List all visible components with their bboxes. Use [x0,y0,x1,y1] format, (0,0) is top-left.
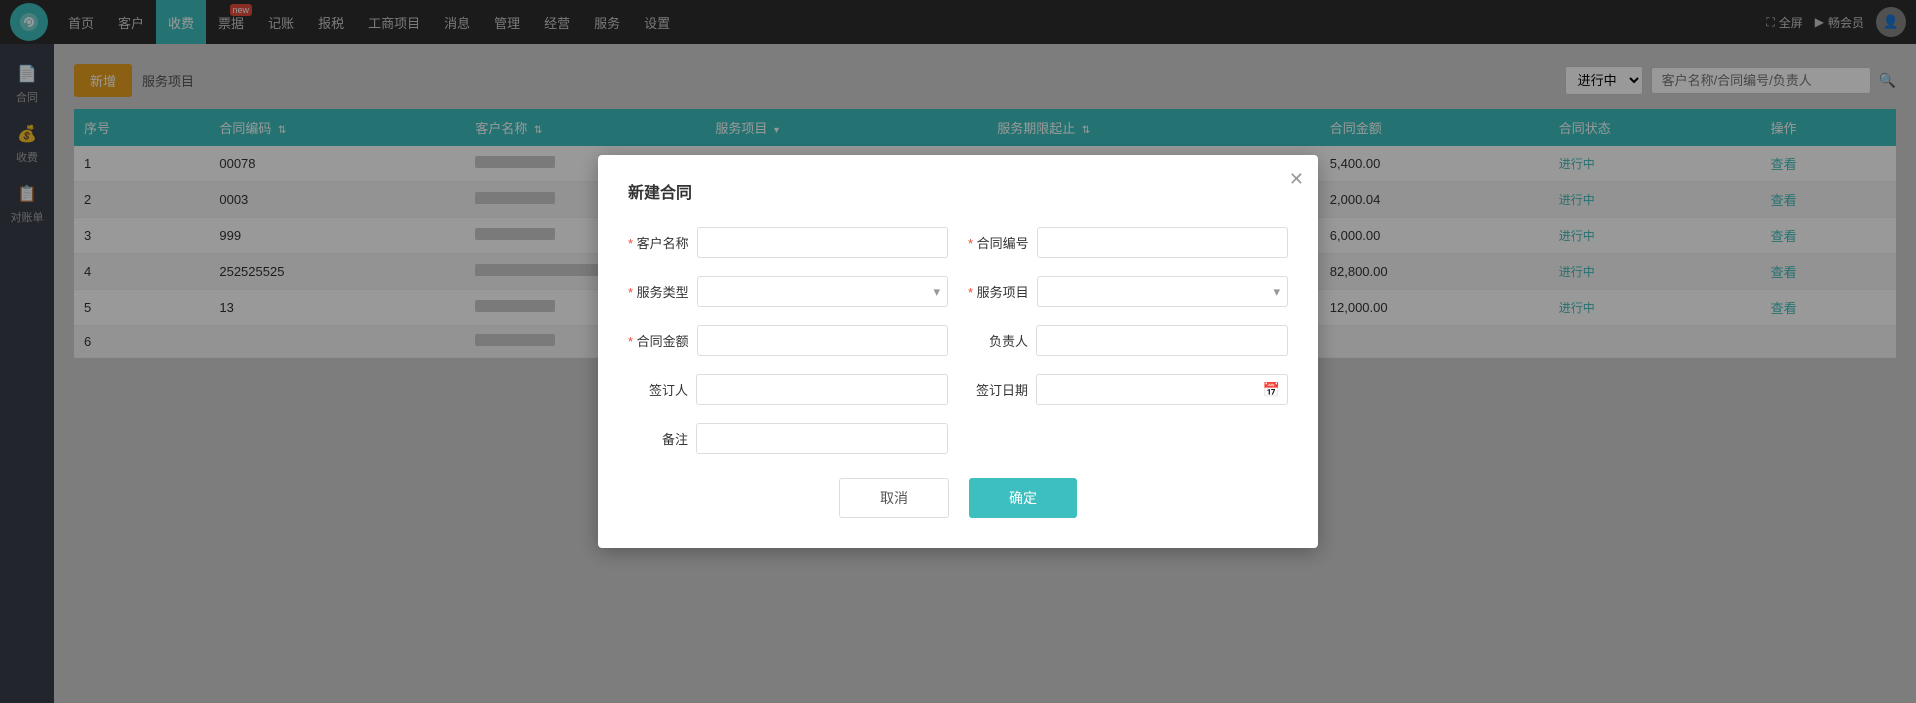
form-group-sign-date: 签订日期 2023-06-06 📅 [968,374,1288,405]
person-in-charge-input[interactable] [1036,325,1288,356]
customer-name-label: 客户名称 [628,233,689,252]
remarks-label: 备注 [628,429,688,448]
signer-label: 签订人 [628,380,688,399]
sign-date-input[interactable]: 2023-06-06 [1036,374,1288,405]
form-group-customer: 客户名称 [628,227,948,258]
sign-date-wrap: 2023-06-06 📅 [1036,374,1288,405]
cancel-button[interactable]: 取消 [839,478,949,518]
contract-amount-input[interactable]: 0.00 [697,325,948,356]
form-group-signer: 签订人 [628,374,948,405]
modal-footer: 取消 确定 [628,478,1288,518]
form-group-person: 负责人 [968,325,1288,356]
service-type-select-wrap [697,276,948,307]
form-group-amount: 合同金额 0.00 [628,325,948,356]
customer-name-input[interactable] [697,227,948,258]
new-contract-modal: ✕ 新建合同 客户名称 合同编号 服务类型 服务项目 [598,155,1318,548]
service-type-label: 服务类型 [628,282,689,301]
form-group-remarks: 备注 [628,423,948,454]
remarks-input[interactable] [696,423,948,454]
service-type-select[interactable] [697,276,948,307]
contract-number-label: 合同编号 [968,233,1029,252]
form-row-2: 服务类型 服务项目 [628,276,1288,307]
modal-close-button[interactable]: ✕ [1289,169,1304,190]
service-item-select-wrap [1037,276,1288,307]
contract-amount-label: 合同金额 [628,331,689,350]
form-group-service-item: 服务项目 [968,276,1288,307]
sign-date-label: 签订日期 [968,380,1028,399]
form-row-4: 签订人 签订日期 2023-06-06 📅 [628,374,1288,405]
service-item-label-modal: 服务项目 [968,282,1029,301]
person-in-charge-label: 负责人 [968,331,1028,350]
form-row-5: 备注 [628,423,1288,454]
form-group-contract-number: 合同编号 [968,227,1288,258]
contract-number-input[interactable] [1037,227,1288,258]
modal-title: 新建合同 [628,179,1288,203]
confirm-button[interactable]: 确定 [969,478,1077,518]
form-row-1: 客户名称 合同编号 [628,227,1288,258]
form-group-service-type: 服务类型 [628,276,948,307]
modal-overlay: ✕ 新建合同 客户名称 合同编号 服务类型 服务项目 [0,0,1916,703]
service-item-select[interactable] [1037,276,1288,307]
signer-input[interactable] [696,374,948,405]
form-row-3: 合同金额 0.00 负责人 [628,325,1288,356]
